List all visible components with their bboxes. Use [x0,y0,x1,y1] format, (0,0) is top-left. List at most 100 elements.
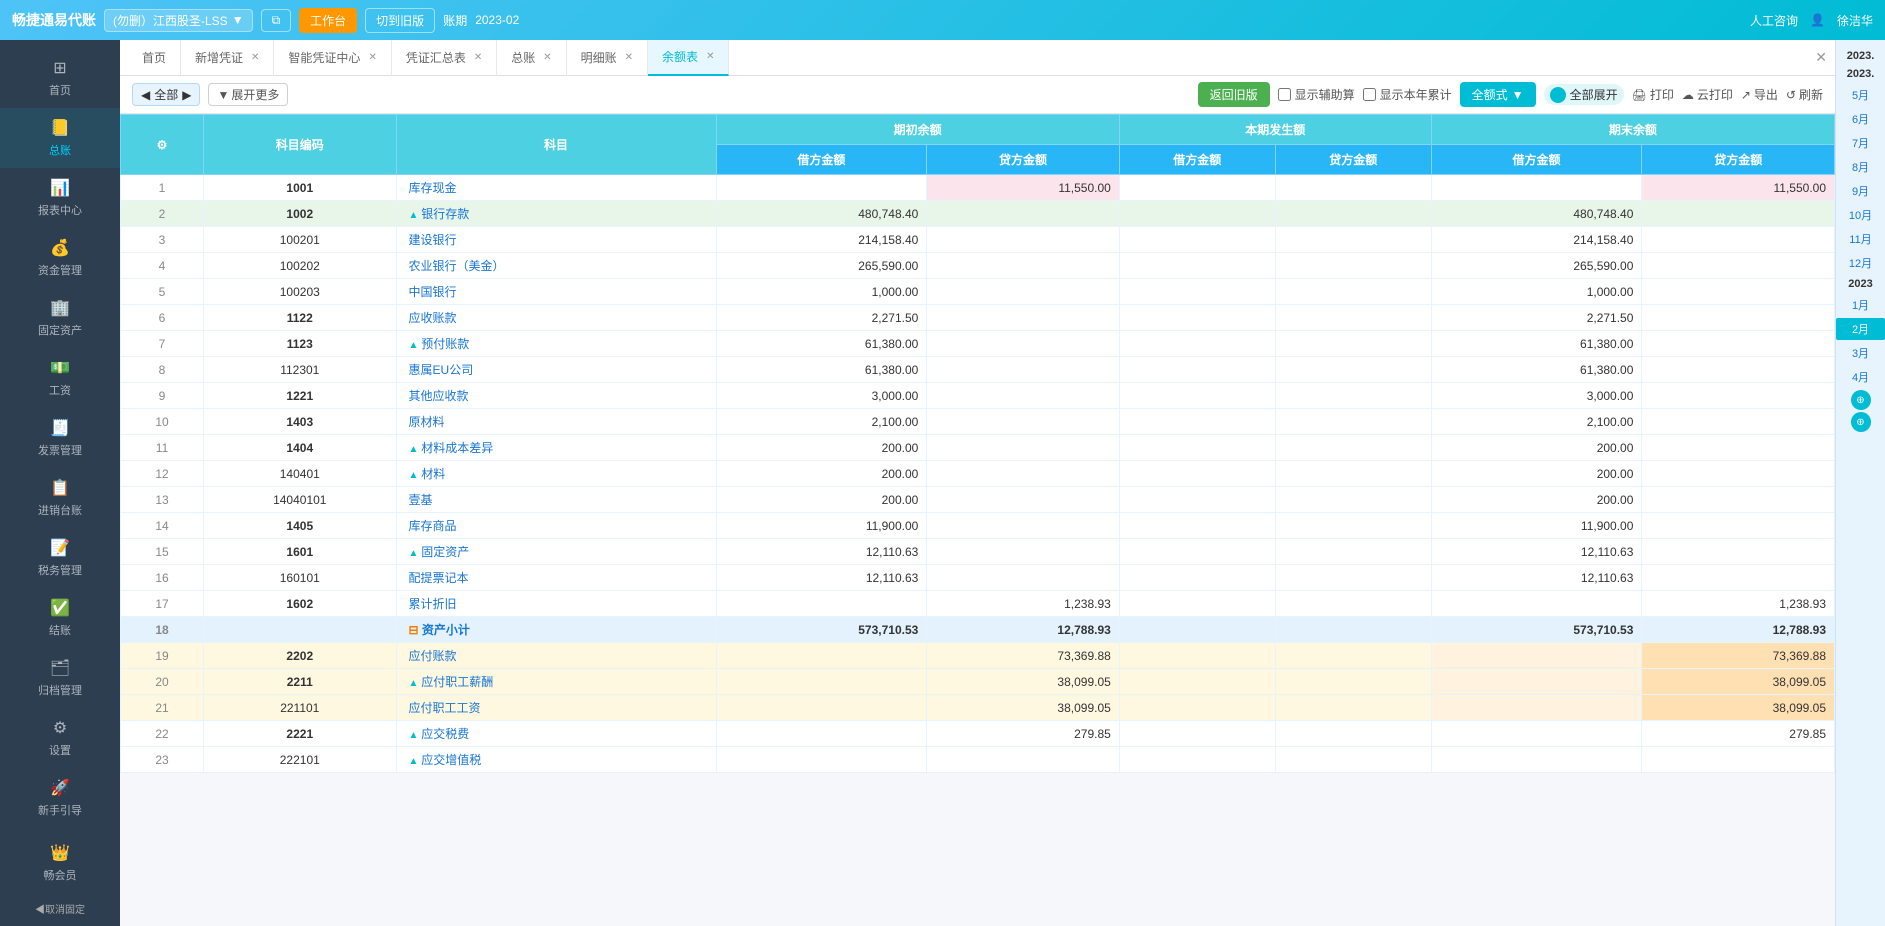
expand-button[interactable]: ▼ 展开更多 [208,83,288,106]
account-name-link[interactable]: 银行存款 [421,207,469,221]
right-panel-month-4[interactable]: 4月 [1836,366,1885,388]
account-name-link[interactable]: 壹基 [409,493,433,507]
row-name[interactable]: ▲ 应交增值税 [396,747,716,773]
workbench-button[interactable]: 工作台 [299,8,357,33]
sidebar-item-purchase-sales[interactable]: 📋 进销台账 [0,468,120,528]
row-name[interactable]: 库存商品 [396,513,716,539]
right-panel-month-7[interactable]: 7月 [1836,132,1885,154]
expand-all-toggle[interactable]: 全部展开 [1544,84,1624,105]
sidebar-item-tax[interactable]: 📝 税务管理 [0,528,120,588]
row-name[interactable]: 应收账款 [396,305,716,331]
row-name[interactable]: 农业银行（美金） [396,253,716,279]
export-button[interactable]: ↗ 导出 [1741,86,1778,103]
right-panel-month-2[interactable]: 2月 [1836,318,1885,340]
row-name[interactable]: 中国银行 [396,279,716,305]
row-name[interactable]: 应付账款 [396,643,716,669]
right-panel-circle-2[interactable]: ⊕ [1851,412,1871,432]
sidebar-item-new-guide[interactable]: 🚀 新手引导 [0,768,120,828]
right-panel-month-3[interactable]: 3月 [1836,342,1885,364]
right-panel-circle-1[interactable]: ⊕ [1851,390,1871,410]
show-aux-input[interactable] [1278,88,1291,101]
row-name[interactable]: 应付职工工资 [396,695,716,721]
right-panel-month-8[interactable]: 8月 [1836,156,1885,178]
show-ytd-input[interactable] [1363,88,1376,101]
row-name[interactable]: 惠属EU公司 [396,357,716,383]
tab-detail-ledger-close[interactable]: ✕ [625,40,633,76]
cloud-print-button[interactable]: ☁ 云打印 [1682,86,1733,103]
account-name-link[interactable]: 惠属EU公司 [409,363,474,377]
unpin-button[interactable]: ◀取消固定 [0,891,120,926]
sidebar-item-member[interactable]: 👑 畅会员 [0,833,120,891]
tab-new-voucher-close[interactable]: ✕ [251,40,259,76]
sidebar-item-fund-management[interactable]: 💰 资金管理 [0,228,120,288]
row-name[interactable]: 其他应收款 [396,383,716,409]
sidebar-item-archive[interactable]: 🗂 归档管理 [0,648,120,708]
tab-general-ledger-close[interactable]: ✕ [543,40,551,76]
sidebar-item-payroll[interactable]: 💵 工资 [0,348,120,408]
account-name-link[interactable]: 累计折旧 [409,597,457,611]
account-name-link[interactable]: 农业银行（美金） [409,259,505,273]
row-name[interactable]: ▲ 应交税费 [396,721,716,747]
return-old-button[interactable]: 返回旧版 [1198,82,1270,107]
tab-voucher-summary-close[interactable]: ✕ [474,40,482,76]
account-name-link[interactable]: 固定资产 [421,545,469,559]
row-name[interactable]: ▲ 材料成本差异 [396,435,716,461]
sidebar-item-general-ledger[interactable]: 📒 总账 [0,108,120,168]
tab-voucher-summary[interactable]: 凭证汇总表 ✕ [392,40,497,76]
account-name-link[interactable]: 应交税费 [421,727,469,741]
refresh-button[interactable]: ↺ 刷新 [1786,86,1823,103]
sidebar-item-fixed-assets[interactable]: 🏢 固定资产 [0,288,120,348]
right-panel-month-9[interactable]: 9月 [1836,180,1885,202]
account-name-link[interactable]: 库存商品 [409,519,457,533]
tab-detail-ledger[interactable]: 明细账 ✕ [567,40,648,76]
sidebar-item-invoice[interactable]: 🧾 发票管理 [0,408,120,468]
row-name[interactable]: ⊟ 资产小计 [396,617,716,643]
format-button[interactable]: 全额式 ▼ [1460,82,1536,107]
account-name-link[interactable]: 应付职工工资 [409,701,481,715]
show-ytd-checkbox[interactable]: 显示本年累计 [1363,86,1452,103]
sidebar-item-report-center[interactable]: 📊 报表中心 [0,168,120,228]
settings-col-header[interactable]: ⚙ [121,115,204,175]
account-name-link[interactable]: 配提票记本 [409,571,469,585]
account-name-link[interactable]: 应交增值税 [421,753,481,767]
account-name-link[interactable]: 材料 [421,467,445,481]
tab-balance-sheet-close[interactable]: ✕ [706,39,714,75]
row-name[interactable]: ▲ 银行存款 [396,201,716,227]
right-panel-month-6[interactable]: 6月 [1836,108,1885,130]
account-name-link[interactable]: 预付账款 [421,337,469,351]
account-name-link[interactable]: 资产小计 [422,623,470,637]
row-name[interactable]: 建设银行 [396,227,716,253]
account-name-link[interactable]: 应收账款 [409,311,457,325]
row-name[interactable]: 库存现金 [396,175,716,201]
account-name-link[interactable]: 中国银行 [409,285,457,299]
row-name[interactable]: 配提票记本 [396,565,716,591]
row-name[interactable]: 累计折旧 [396,591,716,617]
right-panel-month-10[interactable]: 10月 [1836,204,1885,226]
tab-home[interactable]: 首页 [128,40,181,76]
copy-button[interactable]: ⧉ [261,9,292,32]
tab-new-voucher[interactable]: 新增凭证 ✕ [181,40,274,76]
tab-smart-center-close[interactable]: ✕ [368,40,376,76]
row-name[interactable]: ▲ 材料 [396,461,716,487]
account-name-link[interactable]: 库存现金 [409,181,457,195]
filter-tag[interactable]: ◀ 全部 ▶ [132,83,200,106]
right-panel-month-1[interactable]: 1月 [1836,294,1885,316]
account-name-link[interactable]: 原材料 [409,415,445,429]
account-name-link[interactable]: 材料成本差异 [421,441,493,455]
print-button[interactable]: 🖨 打印 [1632,86,1674,103]
right-panel-month-5[interactable]: 5月 [1836,84,1885,106]
sidebar-item-settlement[interactable]: ✅ 结账 [0,588,120,648]
show-aux-checkbox[interactable]: 显示辅助算 [1278,86,1355,103]
switch-old-button[interactable]: 切到旧版 [365,8,435,33]
row-name[interactable]: 壹基 [396,487,716,513]
account-name-link[interactable]: 建设银行 [409,233,457,247]
account-name-link[interactable]: 其他应收款 [409,389,469,403]
account-name-link[interactable]: 应付账款 [409,649,457,663]
close-all-tabs[interactable]: ✕ [1815,49,1827,66]
tab-balance-sheet[interactable]: 余额表 ✕ [648,40,729,76]
account-name-link[interactable]: 应付职工薪酬 [421,675,493,689]
sidebar-item-settings[interactable]: ⚙ 设置 [0,708,120,768]
right-panel-month-12[interactable]: 12月 [1836,252,1885,274]
row-name[interactable]: ▲ 应付职工薪酬 [396,669,716,695]
tab-general-ledger[interactable]: 总账 ✕ [497,40,566,76]
